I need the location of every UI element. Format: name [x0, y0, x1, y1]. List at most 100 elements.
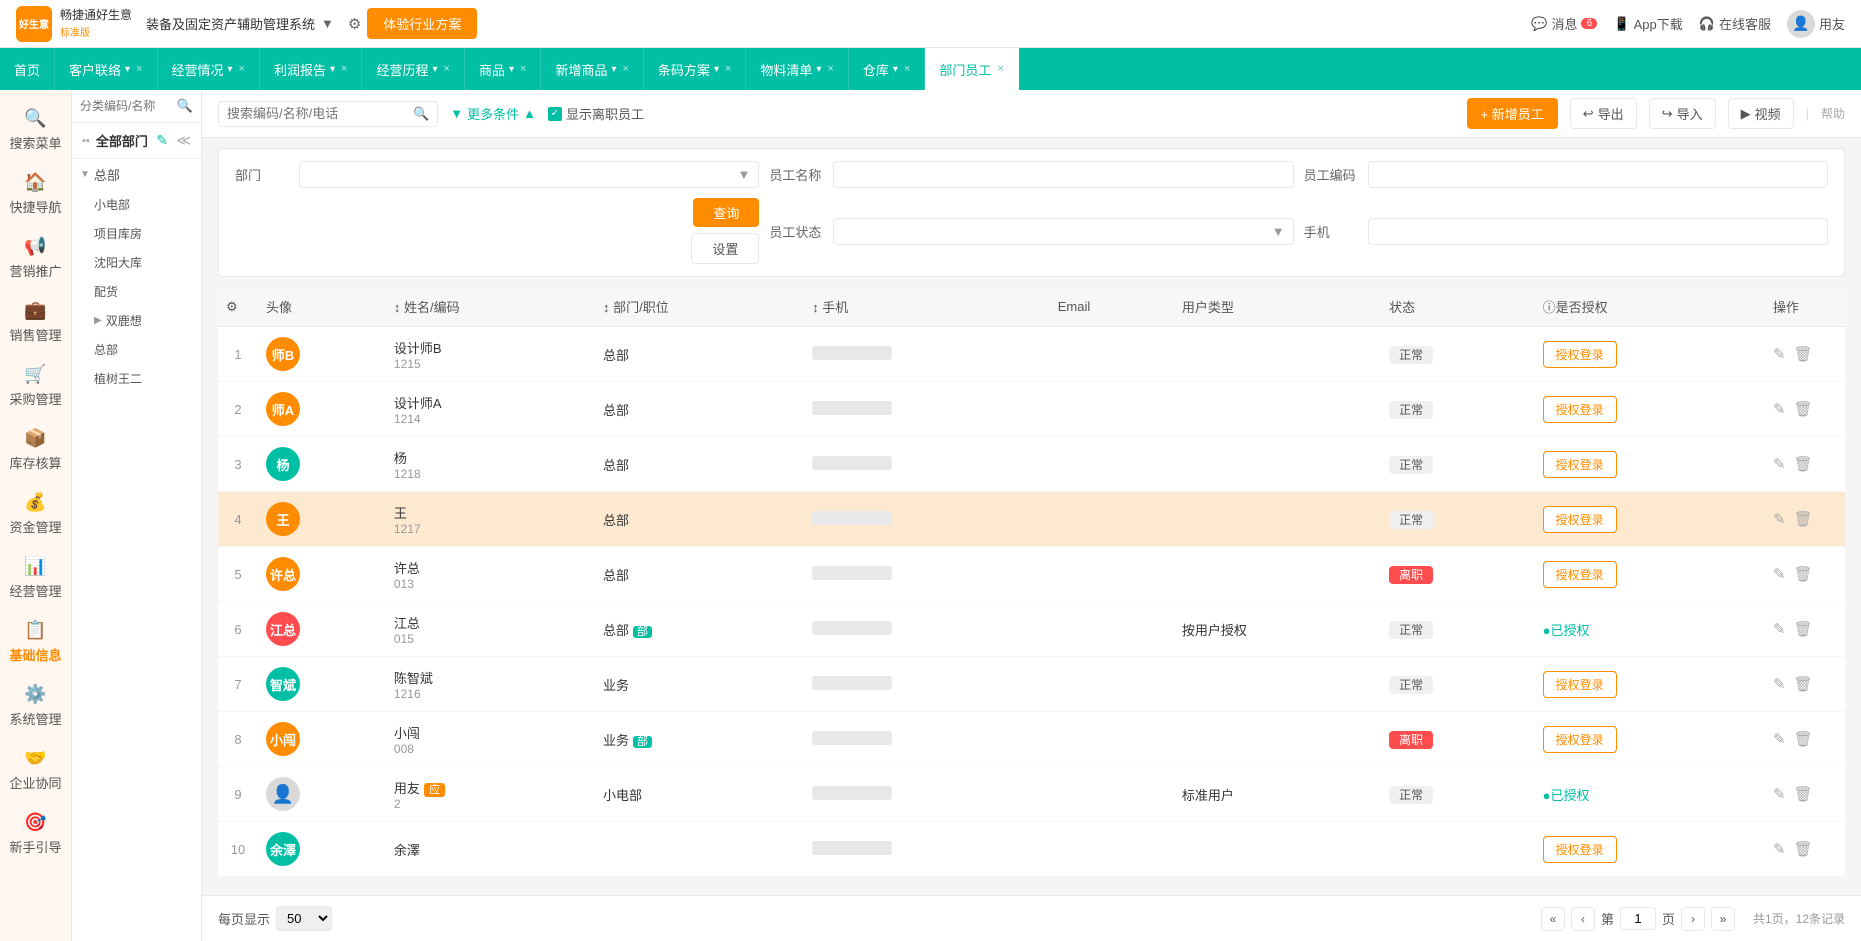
delete-icon[interactable]: 🗑	[1794, 510, 1813, 528]
delete-icon[interactable]: 🗑	[1794, 785, 1813, 803]
authorize-button[interactable]: 授权登录	[1543, 671, 1617, 698]
nav-warehouse[interactable]: 仓库 ▾ ×	[849, 48, 925, 90]
gear-icon[interactable]: ⚙	[348, 15, 361, 33]
sidebar-item-purchase[interactable]: 🛒 采购管理	[0, 354, 71, 418]
message-btn[interactable]: 💬 消息 6	[1531, 14, 1597, 33]
sidebar-item-search[interactable]: 🔍 搜索菜单	[0, 98, 71, 162]
per-page-select[interactable]: 50 100 200	[276, 906, 332, 931]
dept-search-input[interactable]	[80, 99, 177, 113]
sidebar-item-biz[interactable]: 📊 经营管理	[0, 546, 71, 610]
authorize-button[interactable]: 授权登录	[1543, 561, 1617, 588]
nav-profit[interactable]: 利润报告 ▾ ×	[260, 48, 362, 90]
close-icon[interactable]: ×	[827, 63, 833, 75]
edit-icon[interactable]: ✎	[1773, 400, 1786, 418]
reset-button[interactable]: 设置	[691, 233, 759, 264]
next-page-btn[interactable]: ›	[1681, 907, 1705, 931]
delete-icon[interactable]: 🗑	[1794, 675, 1813, 693]
dept-collapse-icon[interactable]: ≪	[176, 132, 191, 149]
sidebar-item-sales[interactable]: 💼 销售管理	[0, 290, 71, 354]
nav-home[interactable]: 首页	[0, 48, 55, 90]
edit-icon[interactable]: ✎	[1773, 785, 1786, 803]
dept-node-xiaodian[interactable]: 小电部	[72, 190, 201, 219]
close-icon[interactable]: ×	[622, 63, 628, 75]
dept-node-peihuo[interactable]: 配货	[72, 277, 201, 306]
close-icon[interactable]: ×	[520, 63, 526, 75]
edit-icon[interactable]: ✎	[1773, 565, 1786, 583]
col-settings[interactable]: ⚙	[218, 287, 258, 327]
view-button[interactable]: ▶ 视频	[1728, 98, 1794, 129]
close-icon[interactable]: ×	[904, 63, 910, 75]
emp-name-input[interactable]	[833, 161, 1293, 188]
trial-button[interactable]: 体验行业方案	[367, 8, 477, 39]
col-name[interactable]: ↕ 姓名/编码	[386, 287, 595, 327]
col-dept[interactable]: ↕ 部门/职位	[595, 287, 804, 327]
query-button[interactable]: 查询	[693, 198, 759, 227]
prev-page-btn[interactable]: ‹	[1571, 907, 1595, 931]
page-number-input[interactable]	[1620, 907, 1656, 930]
search-icon[interactable]: 🔍	[413, 106, 429, 122]
dept-node-head[interactable]: ▼ 总部	[72, 159, 201, 190]
nav-history[interactable]: 经营历程 ▾ ×	[362, 48, 464, 90]
nav-goods[interactable]: 商品 ▾ ×	[465, 48, 541, 90]
dept-edit-icon[interactable]: ✎	[156, 132, 168, 149]
sidebar-item-finance[interactable]: 💰 资金管理	[0, 482, 71, 546]
nav-bom[interactable]: 物料清单 ▾ ×	[746, 48, 848, 90]
authorize-button[interactable]: 授权登录	[1543, 341, 1617, 368]
edit-icon[interactable]: ✎	[1773, 455, 1786, 473]
dept-select[interactable]: ▼	[299, 161, 759, 188]
emp-status-select[interactable]: ▼	[833, 218, 1293, 245]
export-button[interactable]: ↩ 导出	[1570, 98, 1637, 129]
online-service-btn[interactable]: 🎧 在线客服	[1699, 14, 1771, 33]
emp-code-input[interactable]	[1368, 161, 1828, 188]
user-menu[interactable]: 👤 用友	[1787, 10, 1845, 38]
close-icon[interactable]: ×	[725, 63, 731, 75]
dept-node-zhishu[interactable]: 植树王二	[72, 364, 201, 393]
sidebar-item-marketing[interactable]: 📢 营销推广	[0, 226, 71, 290]
delete-icon[interactable]: 🗑	[1794, 455, 1813, 473]
dept-node-shuanglu[interactable]: ▶双鹿想	[72, 306, 201, 335]
last-page-btn[interactable]: »	[1711, 907, 1735, 931]
delete-icon[interactable]: 🗑	[1794, 565, 1813, 583]
authorize-button[interactable]: 授权登录	[1543, 396, 1617, 423]
search-input[interactable]	[227, 106, 407, 121]
show-inactive-toggle[interactable]: ✓ 显示离职员工	[548, 104, 644, 123]
edit-icon[interactable]: ✎	[1773, 620, 1786, 638]
app-download-btn[interactable]: 📱 App下载	[1613, 14, 1682, 33]
sidebar-item-collab[interactable]: 🤝 企业协同	[0, 738, 71, 802]
edit-icon[interactable]: ✎	[1773, 675, 1786, 693]
dept-all-btn[interactable]: ▪▪ 全部部门	[82, 131, 148, 150]
edit-icon[interactable]: ✎	[1773, 345, 1786, 363]
delete-icon[interactable]: 🗑	[1794, 840, 1813, 858]
edit-icon[interactable]: ✎	[1773, 840, 1786, 858]
nav-customer[interactable]: 客户联络 ▾ ×	[55, 48, 157, 90]
nav-operation[interactable]: 经营情况 ▾ ×	[158, 48, 260, 90]
authorize-button[interactable]: 授权登录	[1543, 506, 1617, 533]
close-icon[interactable]: ×	[136, 63, 142, 75]
sidebar-item-guide[interactable]: 🎯 新手引导	[0, 802, 71, 866]
delete-icon[interactable]: 🗑	[1794, 400, 1813, 418]
dept-node-shenyang[interactable]: 沈阳大库	[72, 248, 201, 277]
dept-node-zongbu[interactable]: 总部	[72, 335, 201, 364]
phone-input[interactable]	[1368, 218, 1828, 245]
edit-icon[interactable]: ✎	[1773, 510, 1786, 528]
edit-icon[interactable]: ✎	[1773, 730, 1786, 748]
sidebar-item-inventory[interactable]: 📦 库存核算	[0, 418, 71, 482]
dept-search-icon[interactable]: 🔍	[177, 98, 193, 114]
close-icon[interactable]: ×	[444, 63, 450, 75]
close-icon[interactable]: ×	[239, 63, 245, 75]
dept-node-project[interactable]: 项目库房	[72, 219, 201, 248]
delete-icon[interactable]: 🗑	[1794, 345, 1813, 363]
authorize-button[interactable]: 授权登录	[1543, 836, 1617, 863]
close-icon[interactable]: ×	[341, 63, 347, 75]
help-text[interactable]: 帮助	[1821, 105, 1845, 122]
first-page-btn[interactable]: «	[1541, 907, 1565, 931]
col-phone[interactable]: ↕ 手机	[804, 287, 1050, 327]
close-icon[interactable]: ×	[997, 63, 1003, 75]
import-button[interactable]: ↪ 导入	[1649, 98, 1716, 129]
authorize-button[interactable]: 授权登录	[1543, 451, 1617, 478]
sidebar-item-quicknav[interactable]: 🏠 快捷导航	[0, 162, 71, 226]
authorize-button[interactable]: 授权登录	[1543, 726, 1617, 753]
nav-barcode[interactable]: 条码方案 ▾ ×	[644, 48, 746, 90]
nav-dept-employee[interactable]: 部门员工 ×	[925, 48, 1018, 90]
more-filter-btn[interactable]: ▼ 更多条件 ▲	[450, 104, 536, 123]
